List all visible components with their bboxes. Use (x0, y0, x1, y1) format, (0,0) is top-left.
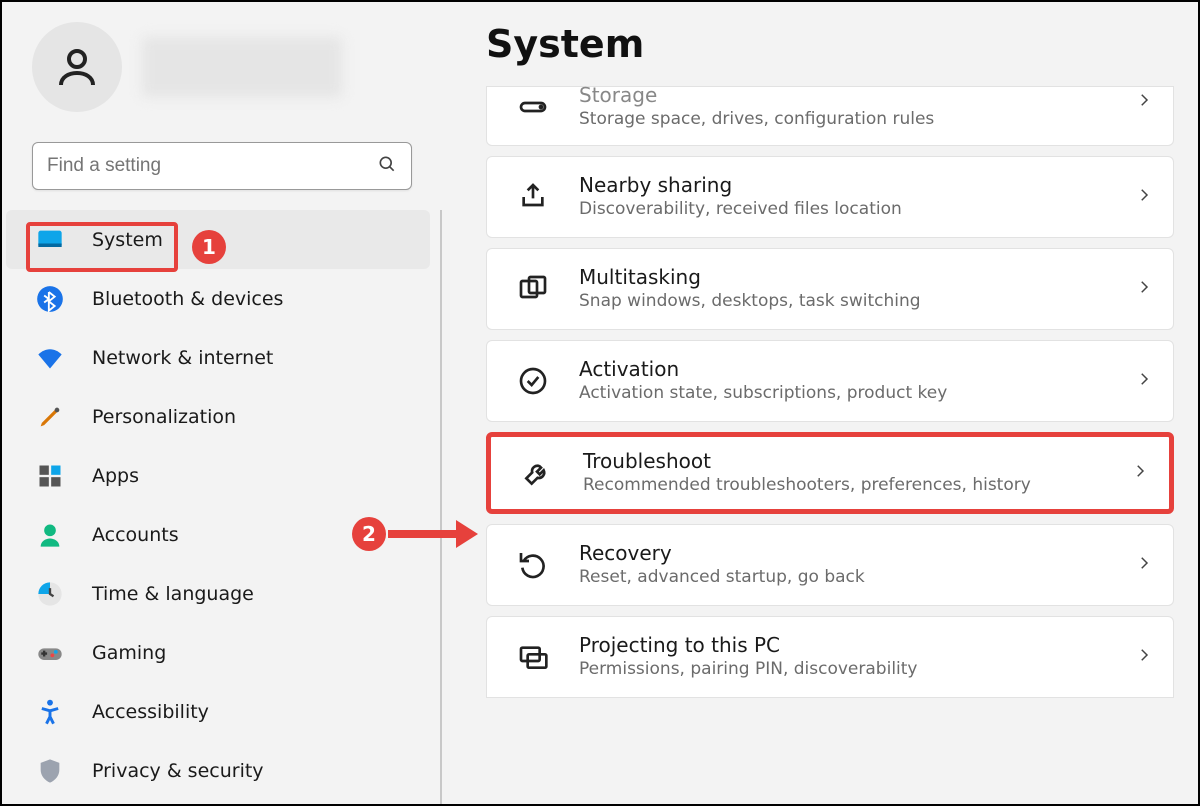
accessibility-icon (36, 698, 64, 726)
accounts-icon (36, 521, 64, 549)
row-desc: Snap windows, desktops, task switching (579, 290, 1135, 313)
activation-icon (517, 365, 549, 397)
chevron-right-icon (1135, 370, 1153, 392)
sidebar-item-label: Accessibility (92, 701, 209, 723)
sidebar-item-label: Time & language (92, 583, 254, 605)
sidebar-item-label: Bluetooth & devices (92, 288, 283, 310)
multitasking-icon (517, 273, 549, 305)
row-desc: Storage space, drives, configuration rul… (579, 108, 1135, 131)
wifi-icon (36, 344, 64, 372)
sidebar-item-label: Accounts (92, 524, 179, 546)
row-desc: Activation state, subscriptions, product… (579, 382, 1135, 405)
sidebar-item-label: Network & internet (92, 347, 273, 369)
sidebar-nav: System Bluetooth & devices Network & int… (2, 210, 442, 804)
sidebar-item-network[interactable]: Network & internet (6, 328, 430, 387)
row-title: Nearby sharing (579, 173, 1135, 198)
sidebar: System Bluetooth & devices Network & int… (2, 2, 442, 804)
chevron-right-icon (1135, 91, 1153, 113)
sidebar-item-label: Gaming (92, 642, 166, 664)
row-title: Projecting to this PC (579, 633, 1135, 658)
row-projecting[interactable]: Projecting to this PC Permissions, pairi… (486, 616, 1174, 698)
time-icon (36, 580, 64, 608)
chevron-right-icon (1135, 646, 1153, 668)
chevron-right-icon (1135, 278, 1153, 300)
annotation-badge-2: 2 (352, 517, 386, 551)
row-nearby-sharing[interactable]: Nearby sharing Discoverability, received… (486, 156, 1174, 238)
row-multitasking[interactable]: Multitasking Snap windows, desktops, tas… (486, 248, 1174, 330)
sidebar-item-privacy[interactable]: Privacy & security (6, 741, 430, 800)
storage-icon (517, 91, 549, 123)
apps-icon (36, 462, 64, 490)
sidebar-item-label: Apps (92, 465, 139, 487)
projecting-icon (517, 641, 549, 673)
row-title: Recovery (579, 541, 1135, 566)
sidebar-item-label: Privacy & security (92, 760, 264, 782)
row-storage[interactable]: Storage Storage space, drives, configura… (486, 86, 1174, 146)
avatar (32, 22, 122, 112)
profile-area[interactable] (2, 22, 442, 130)
bluetooth-icon (36, 285, 64, 313)
row-title: Storage (579, 86, 1135, 108)
sidebar-item-personalization[interactable]: Personalization (6, 387, 430, 446)
search-input[interactable] (47, 155, 377, 177)
chevron-right-icon (1131, 462, 1149, 484)
chevron-right-icon (1135, 554, 1153, 576)
row-title: Multitasking (579, 265, 1135, 290)
sidebar-item-label: Personalization (92, 406, 236, 428)
search-icon (377, 154, 397, 178)
sidebar-item-gaming[interactable]: Gaming (6, 623, 430, 682)
row-title: Activation (579, 357, 1135, 382)
sidebar-item-bluetooth[interactable]: Bluetooth & devices (6, 269, 430, 328)
recovery-icon (517, 549, 549, 581)
main-panel: System Storage Storage space, drives, co… (442, 2, 1198, 804)
page-title: System (486, 22, 1174, 66)
chevron-right-icon (1135, 186, 1153, 208)
nav-divider (440, 210, 442, 804)
shield-icon (36, 757, 64, 785)
search-box[interactable] (32, 142, 412, 190)
wrench-icon (521, 457, 553, 489)
row-desc: Reset, advanced startup, go back (579, 566, 1135, 589)
row-desc: Permissions, pairing PIN, discoverabilit… (579, 658, 1135, 681)
row-title: Troubleshoot (583, 449, 1131, 474)
row-desc: Discoverability, received files location (579, 198, 1135, 221)
row-troubleshoot[interactable]: Troubleshoot Recommended troubleshooters… (486, 432, 1174, 514)
settings-window: System Bluetooth & devices Network & int… (0, 0, 1200, 806)
sidebar-item-label: System (92, 229, 163, 251)
row-desc: Recommended troubleshooters, preferences… (583, 474, 1131, 497)
gaming-icon (36, 639, 64, 667)
profile-name-blurred (142, 37, 342, 97)
sidebar-item-apps[interactable]: Apps (6, 446, 430, 505)
annotation-badge-1: 1 (192, 230, 226, 264)
share-icon (517, 181, 549, 213)
annotation-arrow (388, 530, 460, 538)
sidebar-item-accessibility[interactable]: Accessibility (6, 682, 430, 741)
settings-rows: Storage Storage space, drives, configura… (486, 86, 1174, 804)
row-recovery[interactable]: Recovery Reset, advanced startup, go bac… (486, 524, 1174, 606)
row-activation[interactable]: Activation Activation state, subscriptio… (486, 340, 1174, 422)
brush-icon (36, 403, 64, 431)
sidebar-item-time[interactable]: Time & language (6, 564, 430, 623)
system-icon (36, 226, 64, 254)
